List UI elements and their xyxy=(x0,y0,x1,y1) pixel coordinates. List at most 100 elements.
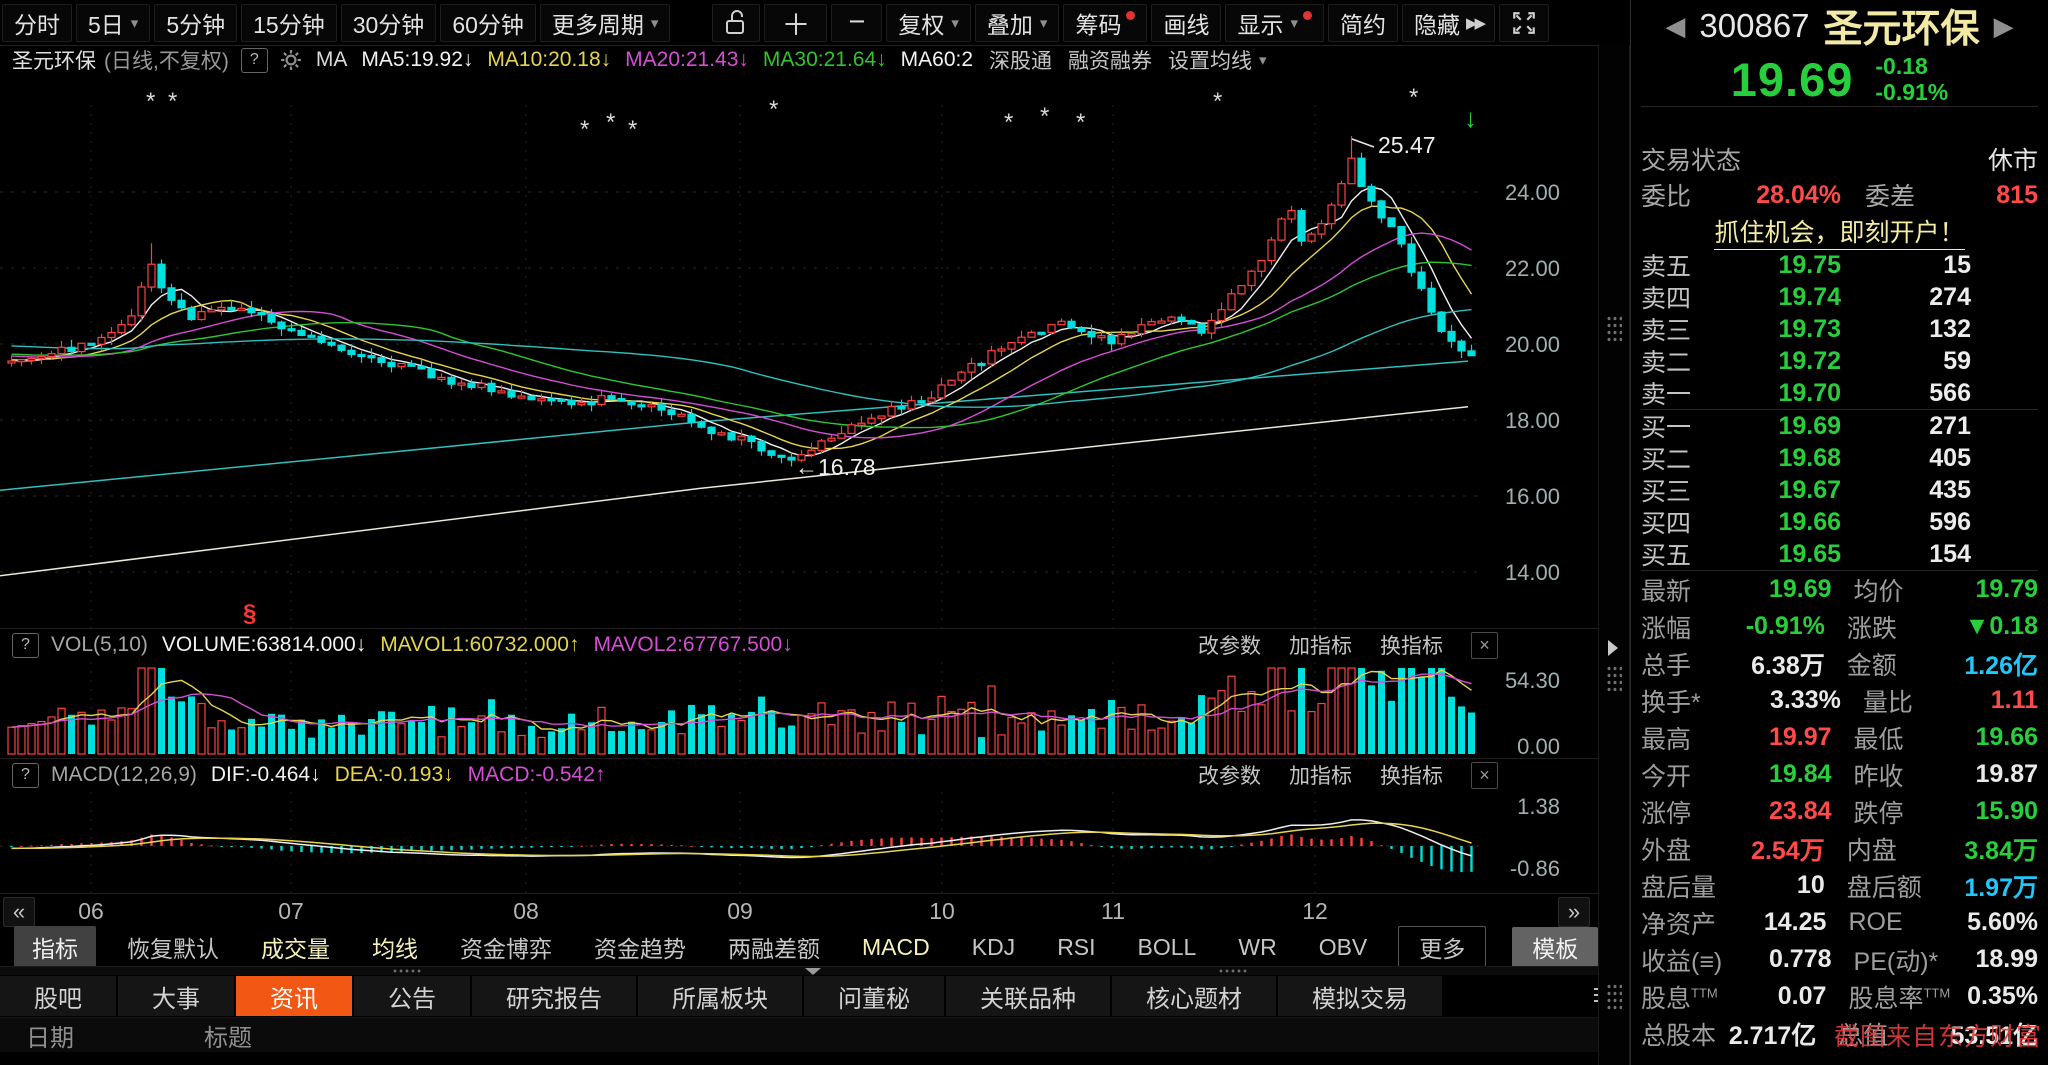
candlestick-chart[interactable]: 24.0022.0020.0018.0016.0014.00**********… xyxy=(0,75,1598,628)
trend-arrow-icon: ↓ xyxy=(463,48,474,71)
news-list-header: 日期 标题 xyxy=(0,1018,1630,1052)
toolbar-5min-button[interactable]: 5分钟 xyxy=(154,4,237,42)
panel-splitter[interactable] xyxy=(1598,45,1630,1065)
drag-handle[interactable] xyxy=(392,968,422,974)
fullscreen-icon xyxy=(1511,10,1537,36)
drag-handle[interactable] xyxy=(1606,315,1622,341)
settings-gear[interactable] xyxy=(280,49,302,71)
scroll-left-button[interactable]: « xyxy=(3,897,35,927)
trend-arrow-icon: ↓ xyxy=(601,48,612,71)
toolbar-zoom-out-label: − xyxy=(848,6,865,39)
indicator-tab-RSI[interactable]: RSI xyxy=(1036,934,1116,961)
toolbar-zoom-in-label: ＋ xyxy=(781,2,810,44)
toolbar-zoom-in-button[interactable]: ＋ xyxy=(764,4,827,42)
indicator-tab-两融差额[interactable]: 两融差额 xyxy=(707,930,841,964)
order-book-row: 卖三19.73132 xyxy=(1641,313,2038,345)
collapse-right-icon[interactable] xyxy=(1608,640,1618,656)
volume-pane-action-2[interactable]: 换指标 xyxy=(1380,630,1443,660)
macd-pane-action-1[interactable]: 加指标 xyxy=(1289,760,1352,790)
indicator-tab-资金趋势[interactable]: 资金趋势 xyxy=(573,930,707,964)
tab-模拟交易[interactable]: 模拟交易 xyxy=(1278,976,1444,1016)
macd-chart[interactable]: 1.38-0.86 xyxy=(0,792,1598,893)
indicator-tab-恢复默认[interactable]: 恢复默认 xyxy=(106,930,240,964)
tab-研究报告[interactable]: 研究报告 xyxy=(472,976,638,1016)
tab-关联品种[interactable]: 关联品种 xyxy=(946,976,1112,1016)
toolbar-overlay-button[interactable]: 叠加▾ xyxy=(975,4,1060,42)
toolbar-chips-button[interactable]: 筹码 xyxy=(1063,4,1147,42)
toolbar-30min-button[interactable]: 30分钟 xyxy=(341,4,437,42)
order-price: 19.74 xyxy=(1717,283,1841,312)
indicator-tab-OBV[interactable]: OBV xyxy=(1298,934,1389,961)
scroll-right-button[interactable]: » xyxy=(1558,897,1590,927)
help-icon[interactable]: ? xyxy=(12,763,39,788)
tab-所属板块[interactable]: 所属板块 xyxy=(638,976,804,1016)
macd-pane-action-2[interactable]: 换指标 xyxy=(1380,760,1443,790)
tab-公告[interactable]: 公告 xyxy=(354,976,472,1016)
indicator-tab-指标[interactable]: 指标 xyxy=(14,926,96,968)
weibi-label: 委比 xyxy=(1641,177,1733,213)
indicator-tab-资金博弈[interactable]: 资金博弈 xyxy=(439,930,573,964)
toolbar-display-button[interactable]: 显示▾ xyxy=(1225,4,1324,42)
svg-text:*: * xyxy=(1076,109,1085,136)
order-book-row: 买五19.65154 xyxy=(1641,538,2038,570)
toolbar-lock-button[interactable] xyxy=(712,4,760,42)
toolbar-simple-button[interactable]: 简约 xyxy=(1328,4,1398,42)
toolbar-adjust-button[interactable]: 复权▾ xyxy=(886,4,971,42)
order-book-row: 卖二19.7259 xyxy=(1641,345,2038,377)
toolbar-5day-button[interactable]: 5日▾ xyxy=(76,4,150,42)
macd-pane-text: DIF:-0.464 xyxy=(211,763,310,786)
indicator-tab-成交量[interactable]: 成交量 xyxy=(240,930,351,964)
volume-pane-action-1[interactable]: 加指标 xyxy=(1289,630,1352,660)
open-account-link[interactable]: 抓住机会，即刻开户！ xyxy=(1714,213,1964,250)
prev-stock-button[interactable]: ◀ xyxy=(1665,11,1685,42)
next-stock-button[interactable]: ▶ xyxy=(1994,11,2014,42)
toolbar-fullscreen-button[interactable] xyxy=(1499,4,1549,42)
toolbar-15min-button[interactable]: 15分钟 xyxy=(241,4,337,42)
close-icon[interactable]: × xyxy=(1471,632,1498,659)
tab-核心题材[interactable]: 核心题材 xyxy=(1112,976,1278,1016)
tab-资讯[interactable]: 资讯 xyxy=(236,976,354,1016)
drag-handle[interactable] xyxy=(1218,968,1248,974)
stat-value: 0.778 xyxy=(1729,945,1832,974)
toolbar-hide-button[interactable]: 隐藏▶▶ xyxy=(1402,4,1495,42)
tab-大事[interactable]: 大事 xyxy=(118,976,236,1016)
link-1[interactable]: 融资融券 xyxy=(1068,45,1152,75)
close-icon[interactable]: × xyxy=(1471,762,1498,789)
stat-label: 外盘 xyxy=(1641,831,1726,867)
indicator-tab-BOLL[interactable]: BOLL xyxy=(1117,934,1218,961)
volume-chart[interactable]: 54.300.00 xyxy=(0,662,1598,758)
toolbar-zoom-out-button[interactable]: − xyxy=(831,4,882,42)
toolbar-5min-label: 5分钟 xyxy=(166,6,225,40)
drag-handle[interactable] xyxy=(1606,665,1622,691)
drag-handle[interactable] xyxy=(1606,983,1622,1009)
indicator-tab-均线[interactable]: 均线 xyxy=(351,930,439,964)
tab-股吧[interactable]: 股吧 xyxy=(0,976,118,1016)
toolbar-60min-button[interactable]: 60分钟 xyxy=(440,4,536,42)
macd-pane-action-0[interactable]: 改参数 xyxy=(1198,760,1261,790)
indicator-tab-WR[interactable]: WR xyxy=(1217,934,1297,961)
help-icon[interactable]: ? xyxy=(241,48,268,73)
indicator-tab-MACD[interactable]: MACD xyxy=(841,934,951,961)
help-icon[interactable]: ? xyxy=(12,633,39,658)
stat-value: -0.91% xyxy=(1726,612,1825,641)
toolbar-30min-label: 30分钟 xyxy=(353,6,425,40)
indicator-tab-KDJ[interactable]: KDJ xyxy=(951,934,1036,961)
toolbar-minute-button[interactable]: 分时 xyxy=(2,4,72,42)
tab-问董秘[interactable]: 问董秘 xyxy=(804,976,946,1016)
stat-row: 总手6.38万金额1.26亿 xyxy=(1641,645,2038,682)
volume-pane-action-0[interactable]: 改参数 xyxy=(1198,630,1261,660)
indicator-tab-模板[interactable]: 模板 xyxy=(1512,927,1598,967)
toolbar-5day-label: 5日 xyxy=(88,6,124,40)
chart-stock-name: 圣元环保 xyxy=(12,45,96,75)
order-quantity: 435 xyxy=(1841,476,1971,505)
link-0[interactable]: 深股通 xyxy=(989,45,1052,75)
stat-label: 跌停 xyxy=(1854,794,1976,830)
collapse-down-icon[interactable] xyxy=(805,968,821,975)
indicator-tab-更多[interactable]: 更多 xyxy=(1398,926,1486,968)
toolbar-more-periods-button[interactable]: 更多周期▾ xyxy=(540,4,671,42)
trend-arrow-icon: ↑ xyxy=(595,763,606,786)
lock-open-icon xyxy=(724,9,748,36)
toolbar-draw-line-button[interactable]: 画线 xyxy=(1151,4,1221,42)
link-2[interactable]: 设置均线 xyxy=(1168,45,1252,75)
notification-dot xyxy=(1303,11,1312,20)
